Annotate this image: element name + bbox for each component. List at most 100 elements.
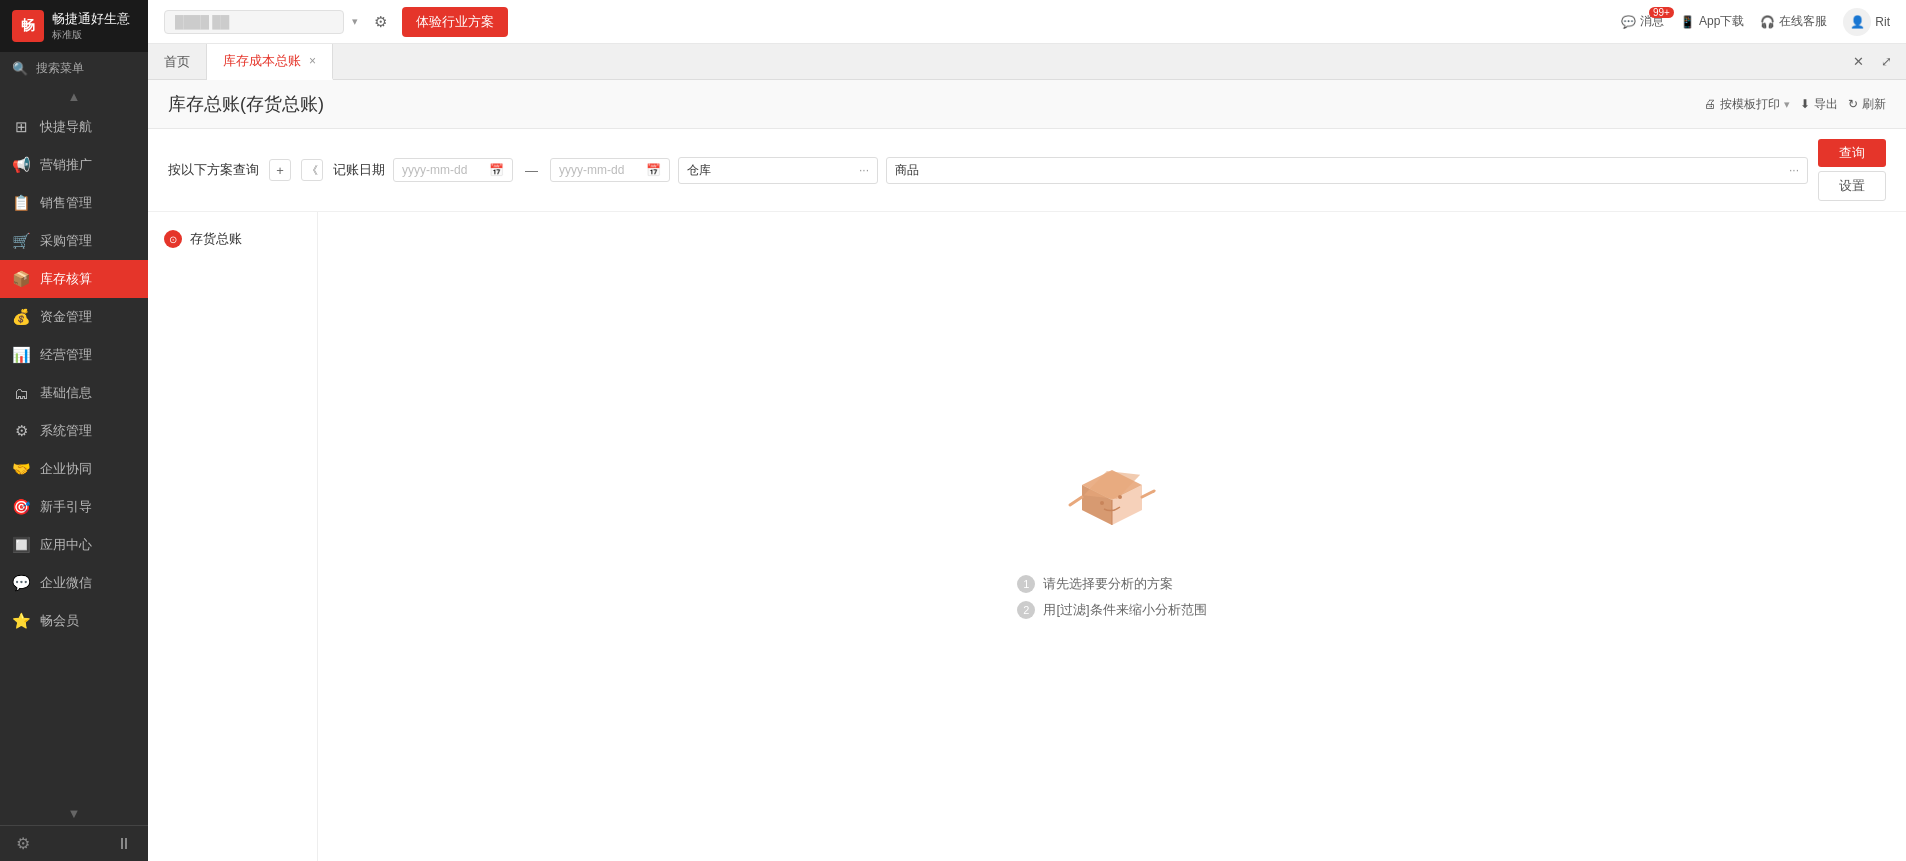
sidebar-logo: 畅 畅捷通好生意 标准版 (0, 0, 148, 52)
sidebar-item-label: 采购管理 (40, 232, 92, 250)
sidebar-search[interactable]: 🔍 搜索菜单 (0, 52, 148, 85)
topbar: ████ ██ ▾ ⚙ 体验行业方案 💬 消息 99+ 📱 App下载 🎧 在线… (148, 0, 1906, 44)
sidebar-item-enterprise[interactable]: 🤝 企业协同 (0, 450, 148, 488)
date-field-label: 记账日期 (333, 161, 385, 179)
topbar-gear-button[interactable]: ⚙ (366, 8, 394, 36)
sidebar-item-label: 销售管理 (40, 194, 92, 212)
topbar-chevron-icon[interactable]: ▾ (352, 15, 358, 28)
filter-collapse-button[interactable]: 《 (301, 159, 323, 181)
goods-more-icon[interactable]: ··· (1789, 163, 1799, 177)
sidebar-item-label: 企业协同 (40, 460, 92, 478)
sales-icon: 📋 (12, 194, 30, 212)
sidebar-item-marketing[interactable]: 📢 营销推广 (0, 146, 148, 184)
user-profile[interactable]: 👤 Rit (1843, 8, 1890, 36)
sidebar-item-quick-nav[interactable]: ⊞ 快捷导航 (0, 108, 148, 146)
sidebar-item-basic[interactable]: 🗂 基础信息 (0, 374, 148, 412)
industry-solution-button[interactable]: 体验行业方案 (402, 7, 508, 37)
apps-icon: 🔲 (12, 536, 30, 554)
online-support-action[interactable]: 🎧 在线客服 (1760, 13, 1827, 30)
sidebar-item-newbie[interactable]: 🎯 新手引导 (0, 488, 148, 526)
main-body: ⊙ 存货总账 (148, 212, 1906, 861)
sidebar-search-label: 搜索菜单 (36, 60, 84, 77)
date-end-placeholder: yyyy-mm-dd (559, 163, 624, 177)
sidebar-item-label: 新手引导 (40, 498, 92, 516)
tab-home[interactable]: 首页 (148, 44, 207, 80)
app-logo-text: 畅捷通好生意 标准版 (52, 10, 130, 42)
print-label: 按模板打印 (1720, 96, 1780, 113)
sidebar-item-inventory[interactable]: 📦 库存核算 (0, 260, 148, 298)
tip-text-1: 请先选择要分析的方案 (1043, 575, 1173, 593)
calendar-start-icon[interactable]: 📅 (489, 163, 504, 177)
empty-tips: 1 请先选择要分析的方案 2 用[过滤]条件来缩小分析范围 (1017, 575, 1206, 619)
filter-panel-item-inventory[interactable]: ⊙ 存货总账 (148, 222, 317, 256)
sidebar: 畅 畅捷通好生意 标准版 🔍 搜索菜单 ▲ ⊞ 快捷导航 📢 营销推广 📋 销售… (0, 0, 148, 861)
export-icon: ⬇ (1800, 97, 1810, 111)
sidebar-item-label: 企业微信 (40, 574, 92, 592)
user-avatar: 👤 (1843, 8, 1871, 36)
search-icon: 🔍 (12, 61, 28, 76)
refresh-icon: ↻ (1848, 97, 1858, 111)
calendar-end-icon[interactable]: 📅 (646, 163, 661, 177)
main-content: ████ ██ ▾ ⚙ 体验行业方案 💬 消息 99+ 📱 App下载 🎧 在线… (148, 0, 1906, 861)
tabs-close-all-button[interactable]: ✕ (1846, 50, 1870, 74)
print-icon: 🖨 (1704, 97, 1716, 111)
goods-select[interactable]: 商品 ··· (886, 157, 1808, 184)
sidebar-item-wechat[interactable]: 💬 企业微信 (0, 564, 148, 602)
sidebar-item-label: 应用中心 (40, 536, 92, 554)
enterprise-icon: 🤝 (12, 460, 30, 478)
tip-num-1: 1 (1017, 575, 1035, 593)
message-icon: 💬 (1621, 15, 1636, 29)
app-name: 畅捷通好生意 (52, 10, 130, 28)
operations-icon: 📊 (12, 346, 30, 364)
filter-add-button[interactable]: + (269, 159, 291, 181)
topbar-search-input[interactable]: ████ ██ (164, 10, 344, 34)
marketing-icon: 📢 (12, 156, 30, 174)
settings-icon[interactable]: ⚙ (16, 834, 30, 853)
empty-state: 1 请先选择要分析的方案 2 用[过滤]条件来缩小分析范围 (318, 212, 1906, 861)
filter-side-panel: ⊙ 存货总账 (148, 212, 318, 861)
warehouse-select[interactable]: 仓库 ··· (678, 157, 878, 184)
sidebar-scroll-down[interactable]: ▼ (0, 802, 148, 825)
tip-text-2: 用[过滤]条件来缩小分析范围 (1043, 601, 1206, 619)
online-support-label: 在线客服 (1779, 13, 1827, 30)
sidebar-item-operations[interactable]: 📊 经营管理 (0, 336, 148, 374)
app-download-action[interactable]: 📱 App下载 (1680, 13, 1744, 30)
sidebar-item-member[interactable]: ⭐ 畅会员 (0, 602, 148, 640)
export-button[interactable]: ⬇ 导出 (1800, 96, 1838, 113)
warehouse-more-icon[interactable]: ··· (859, 163, 869, 177)
headset-icon: 🎧 (1760, 15, 1775, 29)
sidebar-item-system[interactable]: ⚙ 系统管理 (0, 412, 148, 450)
date-start-input[interactable]: yyyy-mm-dd 📅 (393, 158, 513, 182)
print-chevron-icon[interactable]: ▾ (1784, 98, 1790, 111)
sidebar-item-sales[interactable]: 📋 销售管理 (0, 184, 148, 222)
topbar-search-text: ████ ██ (175, 15, 229, 29)
date-end-input[interactable]: yyyy-mm-dd 📅 (550, 158, 670, 182)
sidebar-item-label: 经营管理 (40, 346, 92, 364)
tab-close-button[interactable]: × (309, 54, 316, 68)
page-header: 库存总账(存货总账) 🖨 按模板打印 ▾ ⬇ 导出 ↻ 刷新 (148, 80, 1906, 129)
purchase-icon: 🛒 (12, 232, 30, 250)
member-icon: ⭐ (12, 612, 30, 630)
query-button[interactable]: 查询 (1818, 139, 1886, 167)
filter-bar: 按以下方案查询 + 《 记账日期 yyyy-mm-dd 📅 — yyyy-mm-… (148, 129, 1906, 212)
sidebar-item-purchase[interactable]: 🛒 采购管理 (0, 222, 148, 260)
sidebar-scroll-up[interactable]: ▲ (0, 85, 148, 108)
finance-icon: 💰 (12, 308, 30, 326)
sidebar-item-apps[interactable]: 🔲 应用中心 (0, 526, 148, 564)
refresh-button[interactable]: ↻ 刷新 (1848, 96, 1886, 113)
sidebar-item-finance[interactable]: 💰 资金管理 (0, 298, 148, 336)
empty-state-illustration (1062, 455, 1162, 555)
svg-line-7 (1070, 497, 1082, 505)
collapse-icon[interactable]: ⏸ (116, 835, 132, 853)
tabs-expand-button[interactable]: ⤢ (1874, 50, 1898, 74)
tab-inventory-label: 库存成本总账 (223, 52, 301, 70)
sidebar-bottom: ⚙ ⏸ (0, 825, 148, 861)
settings-button[interactable]: 设置 (1818, 171, 1886, 201)
print-template-button[interactable]: 🖨 按模板打印 ▾ (1704, 96, 1790, 113)
tab-inventory-ledger[interactable]: 库存成本总账 × (207, 44, 333, 80)
message-action[interactable]: 💬 消息 99+ (1621, 13, 1664, 30)
inventory-icon: 📦 (12, 270, 30, 288)
empty-tip-1: 1 请先选择要分析的方案 (1017, 575, 1206, 593)
newbie-icon: 🎯 (12, 498, 30, 516)
filter-actions: 查询 设置 (1818, 139, 1886, 201)
